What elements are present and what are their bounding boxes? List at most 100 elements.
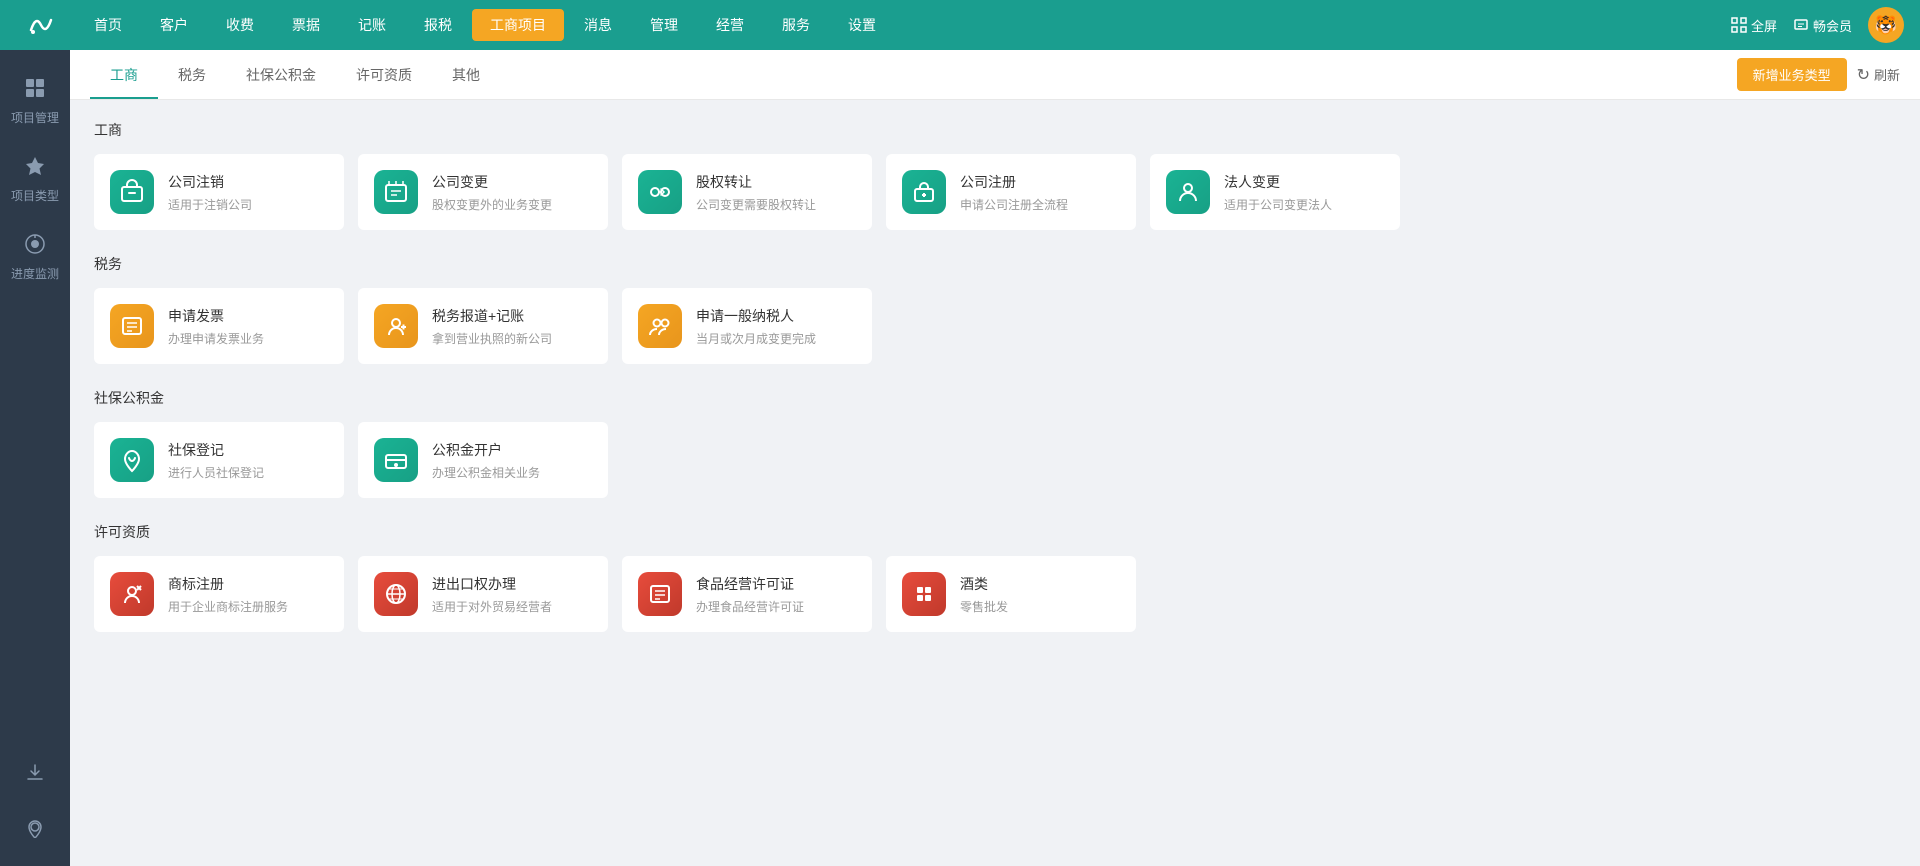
card-title: 申请发票: [168, 306, 328, 326]
sidebar-item-project-type[interactable]: 项目类型: [0, 138, 70, 216]
nav-menu: 首页 客户 收费 票据 记账 报税 工商项目 消息 管理 经营 服务 设置: [76, 9, 1731, 41]
card-desc: 公司变更需要股权转让: [696, 196, 856, 213]
nav-customer[interactable]: 客户: [142, 9, 206, 41]
nav-operation[interactable]: 经营: [698, 9, 762, 41]
section-business: 工商 公司注销 适用于注销公司: [94, 120, 1896, 230]
sidebar-item-label: 项目管理: [11, 109, 59, 126]
tab-social-insurance[interactable]: 社保公积金: [226, 51, 336, 99]
card-trademark[interactable]: 商标注册 用于企业商标注册服务: [94, 556, 344, 632]
card-text: 公司变更 股权变更外的业务变更: [432, 172, 592, 213]
card-text: 社保登记 进行人员社保登记: [168, 440, 328, 481]
section-license: 许可资质 商标注册 用于企业商标注册服务: [94, 522, 1896, 632]
sidebar-item-label: 进度监测: [11, 265, 59, 282]
card-desc: 办理食品经营许可证: [696, 598, 856, 615]
card-desc: 股权变更外的业务变更: [432, 196, 592, 213]
card-title: 公司注册: [960, 172, 1120, 192]
download-icon: [19, 756, 51, 788]
card-tax-report[interactable]: 税务报道+记账 拿到营业执照的新公司: [358, 288, 608, 364]
import-export-icon: [374, 572, 418, 616]
card-text: 商标注册 用于企业商标注册服务: [168, 574, 328, 615]
nav-right-actions: 全屏 畅会员 🐯: [1731, 7, 1904, 43]
card-food-license[interactable]: 食品经营许可证 办理食品经营许可证: [622, 556, 872, 632]
sidebar-item-progress[interactable]: 进度监测: [0, 216, 70, 294]
nav-service[interactable]: 服务: [764, 9, 828, 41]
card-social-insurance-register[interactable]: 社保登记 进行人员社保登记: [94, 422, 344, 498]
nav-accounting[interactable]: 记账: [340, 9, 404, 41]
cards-grid-business: 公司注销 适用于注销公司 公司变更 股权变更外的业务变更: [94, 154, 1896, 230]
card-import-export[interactable]: 进出口权办理 适用于对外贸易经营者: [358, 556, 608, 632]
company-change-icon: [374, 170, 418, 214]
card-desc: 适用于对外贸易经营者: [432, 598, 592, 615]
card-title: 法人变更: [1224, 172, 1384, 192]
nav-business[interactable]: 工商项目: [472, 9, 564, 41]
logo: [16, 0, 66, 50]
card-equity-transfer[interactable]: 股权转让 公司变更需要股权转让: [622, 154, 872, 230]
section-title-business: 工商: [94, 120, 1896, 140]
refresh-button[interactable]: ↻ 刷新: [1857, 65, 1900, 85]
card-title: 申请一般纳税人: [696, 306, 856, 326]
card-title: 商标注册: [168, 574, 328, 594]
scroll-content[interactable]: 工商 公司注销 适用于注销公司: [70, 100, 1920, 866]
location-icon: [19, 812, 51, 844]
card-title: 公积金开户: [432, 440, 592, 460]
nav-invoice[interactable]: 票据: [274, 9, 338, 41]
sidebar-item-download[interactable]: [0, 744, 70, 800]
card-company-cancel[interactable]: 公司注销 适用于注销公司: [94, 154, 344, 230]
card-alcohol[interactable]: 酒类 零售批发: [886, 556, 1136, 632]
nav-settings[interactable]: 设置: [830, 9, 894, 41]
sidebar-item-project-management[interactable]: 项目管理: [0, 60, 70, 138]
card-provident-fund[interactable]: 公积金开户 办理公积金相关业务: [358, 422, 608, 498]
card-text: 法人变更 适用于公司变更法人: [1224, 172, 1384, 213]
card-desc: 用于企业商标注册服务: [168, 598, 328, 615]
card-general-taxpayer[interactable]: 申请一般纳税人 当月或次月成变更完成: [622, 288, 872, 364]
sidebar-item-label: 项目类型: [11, 187, 59, 204]
card-desc: 适用于注销公司: [168, 196, 328, 213]
card-text: 申请一般纳税人 当月或次月成变更完成: [696, 306, 856, 347]
card-text: 公司注销 适用于注销公司: [168, 172, 328, 213]
card-desc: 当月或次月成变更完成: [696, 330, 856, 347]
card-apply-invoice[interactable]: 申请发票 办理申请发票业务: [94, 288, 344, 364]
nav-billing[interactable]: 收费: [208, 9, 272, 41]
nav-tax[interactable]: 报税: [406, 9, 470, 41]
tab-business[interactable]: 工商: [90, 51, 158, 99]
tab-license[interactable]: 许可资质: [336, 51, 432, 99]
progress-icon: [19, 228, 51, 260]
card-desc: 拿到营业执照的新公司: [432, 330, 592, 347]
social-insurance-register-icon: [110, 438, 154, 482]
company-cancel-icon: [110, 170, 154, 214]
card-legal-person-change[interactable]: 法人变更 适用于公司变更法人: [1150, 154, 1400, 230]
project-management-icon: [19, 72, 51, 104]
sidebar-item-location[interactable]: [0, 800, 70, 856]
fullscreen-button[interactable]: 全屏: [1731, 16, 1777, 35]
sidebar: 项目管理 项目类型 进度监测: [0, 50, 70, 866]
card-title: 酒类: [960, 574, 1120, 594]
company-register-icon: [902, 170, 946, 214]
card-text: 食品经营许可证 办理食品经营许可证: [696, 574, 856, 615]
refresh-icon: ↻: [1857, 65, 1870, 85]
cards-grid-tax: 申请发票 办理申请发票业务 税务报道+记账 拿到营业执照的新公司: [94, 288, 1896, 364]
section-social-insurance: 社保公积金 社保登记 进行人员社保登记: [94, 388, 1896, 498]
card-company-change[interactable]: 公司变更 股权变更外的业务变更: [358, 154, 608, 230]
card-desc: 适用于公司变更法人: [1224, 196, 1384, 213]
nav-message[interactable]: 消息: [566, 9, 630, 41]
general-taxpayer-icon: [638, 304, 682, 348]
member-label: 畅会员: [1813, 16, 1852, 35]
card-title: 股权转让: [696, 172, 856, 192]
card-desc: 进行人员社保登记: [168, 464, 328, 481]
tab-other[interactable]: 其他: [432, 51, 500, 99]
card-text: 股权转让 公司变更需要股权转让: [696, 172, 856, 213]
sub-tabs: 工商 税务 社保公积金 许可资质 其他 新增业务类型 ↻ 刷新: [70, 50, 1920, 100]
card-title: 进出口权办理: [432, 574, 592, 594]
tab-tax[interactable]: 税务: [158, 51, 226, 99]
section-title-tax: 税务: [94, 254, 1896, 274]
card-desc: 零售批发: [960, 598, 1120, 615]
add-business-type-button[interactable]: 新增业务类型: [1737, 58, 1847, 91]
card-text: 申请发票 办理申请发票业务: [168, 306, 328, 347]
nav-management[interactable]: 管理: [632, 9, 696, 41]
card-desc: 办理公积金相关业务: [432, 464, 592, 481]
nav-home[interactable]: 首页: [76, 9, 140, 41]
card-company-register[interactable]: 公司注册 申请公司注册全流程: [886, 154, 1136, 230]
member-button[interactable]: 畅会员: [1793, 16, 1852, 35]
sub-tabs-actions: 新增业务类型 ↻ 刷新: [1737, 58, 1900, 91]
card-desc: 申请公司注册全流程: [960, 196, 1120, 213]
